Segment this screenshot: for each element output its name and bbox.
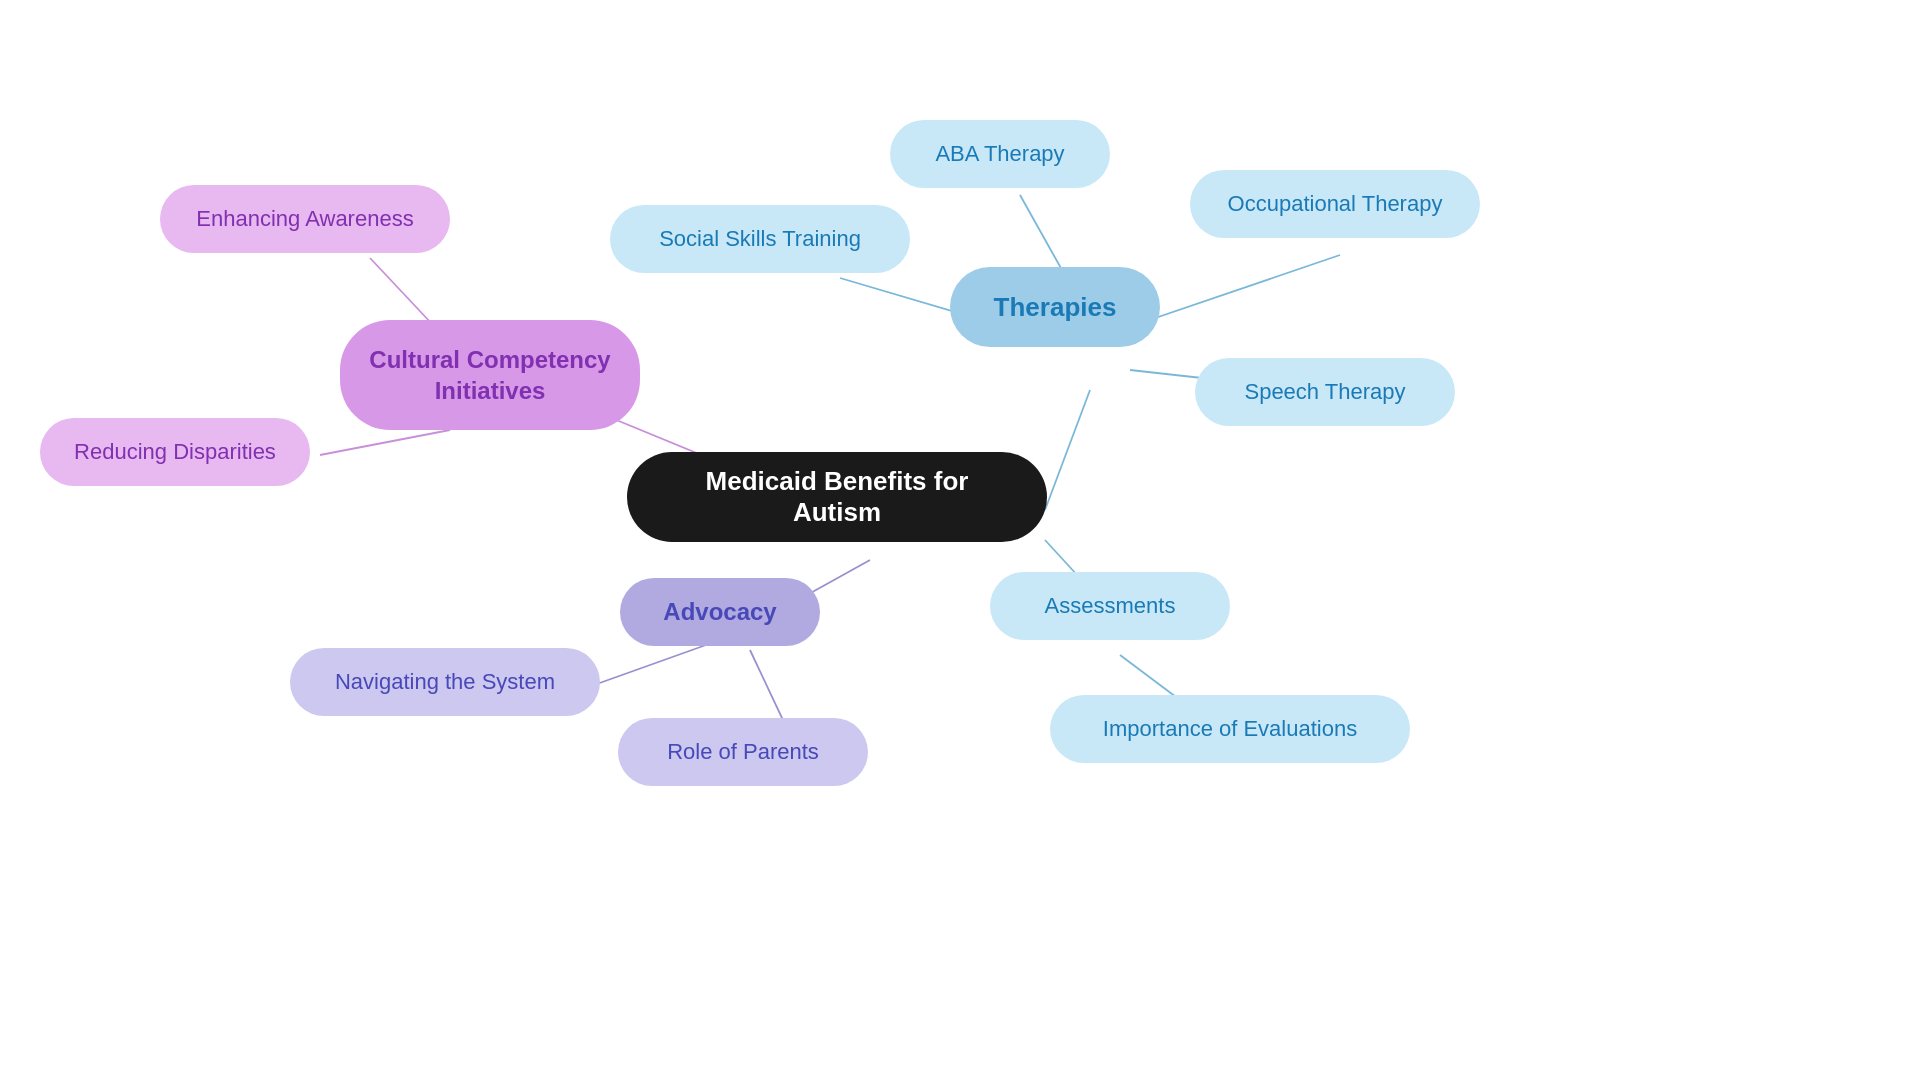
occupational-therapy-node[interactable]: Occupational Therapy — [1190, 170, 1480, 238]
therapies-node[interactable]: Therapies — [950, 267, 1160, 347]
importance-evaluations-node[interactable]: Importance of Evaluations — [1050, 695, 1410, 763]
speech-therapy-node[interactable]: Speech Therapy — [1195, 358, 1455, 426]
social-skills-training-node[interactable]: Social Skills Training — [610, 205, 910, 273]
reducing-disparities-node[interactable]: Reducing Disparities — [40, 418, 310, 486]
svg-line-11 — [580, 640, 720, 690]
cultural-competency-node[interactable]: Cultural CompetencyInitiatives — [340, 320, 640, 430]
center-node[interactable]: Medicaid Benefits for Autism — [627, 452, 1047, 542]
advocacy-node[interactable]: Advocacy — [620, 578, 820, 646]
aba-therapy-node[interactable]: ABA Therapy — [890, 120, 1110, 188]
svg-line-9 — [320, 430, 450, 455]
svg-line-0 — [1045, 390, 1090, 510]
enhancing-awareness-node[interactable]: Enhancing Awareness — [160, 185, 450, 253]
assessments-node[interactable]: Assessments — [990, 572, 1230, 640]
role-of-parents-node[interactable]: Role of Parents — [618, 718, 868, 786]
navigating-system-node[interactable]: Navigating the System — [290, 648, 600, 716]
